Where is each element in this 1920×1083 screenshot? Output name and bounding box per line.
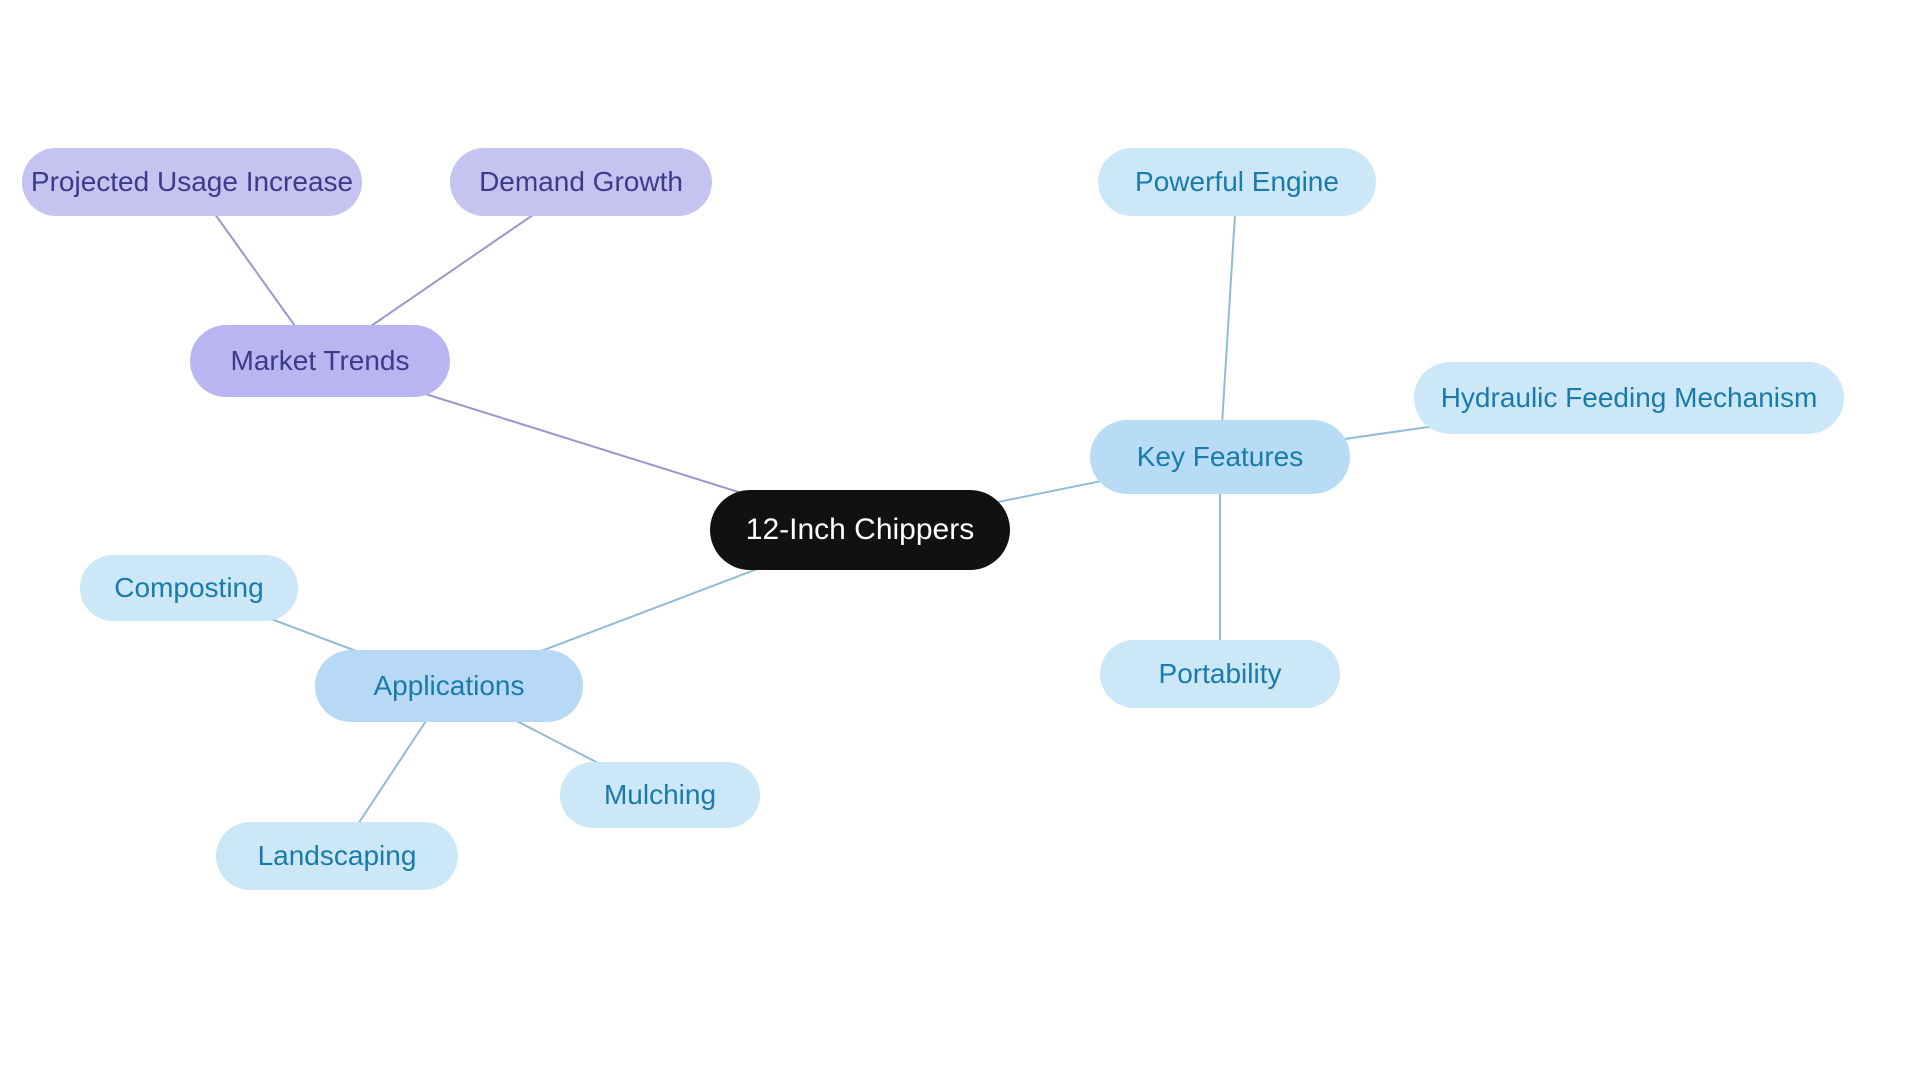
projected-usage-node: Projected Usage Increase (22, 148, 362, 216)
key-features-label: Key Features (1137, 441, 1304, 473)
mindmap-canvas: 12-Inch Chippers Market Trends Projected… (0, 0, 1920, 1083)
center-node: 12-Inch Chippers (710, 490, 1010, 570)
powerful-engine-node: Powerful Engine (1098, 148, 1376, 216)
hydraulic-feeding-node: Hydraulic Feeding Mechanism (1414, 362, 1844, 434)
powerful-engine-label: Powerful Engine (1135, 166, 1339, 198)
projected-usage-label: Projected Usage Increase (31, 166, 353, 198)
landscaping-node: Landscaping (216, 822, 458, 890)
market-trends-label: Market Trends (231, 345, 410, 377)
demand-growth-label: Demand Growth (479, 166, 683, 198)
mulching-node: Mulching (560, 762, 760, 828)
mulching-label: Mulching (604, 779, 716, 811)
market-trends-node: Market Trends (190, 325, 450, 397)
composting-node: Composting (80, 555, 298, 621)
portability-node: Portability (1100, 640, 1340, 708)
demand-growth-node: Demand Growth (450, 148, 712, 216)
key-features-node: Key Features (1090, 420, 1350, 494)
portability-label: Portability (1159, 658, 1282, 690)
center-label: 12-Inch Chippers (746, 513, 974, 547)
applications-label: Applications (374, 670, 525, 702)
applications-node: Applications (315, 650, 583, 722)
landscaping-label: Landscaping (258, 840, 417, 872)
hydraulic-feeding-label: Hydraulic Feeding Mechanism (1441, 382, 1818, 414)
composting-label: Composting (114, 572, 263, 604)
